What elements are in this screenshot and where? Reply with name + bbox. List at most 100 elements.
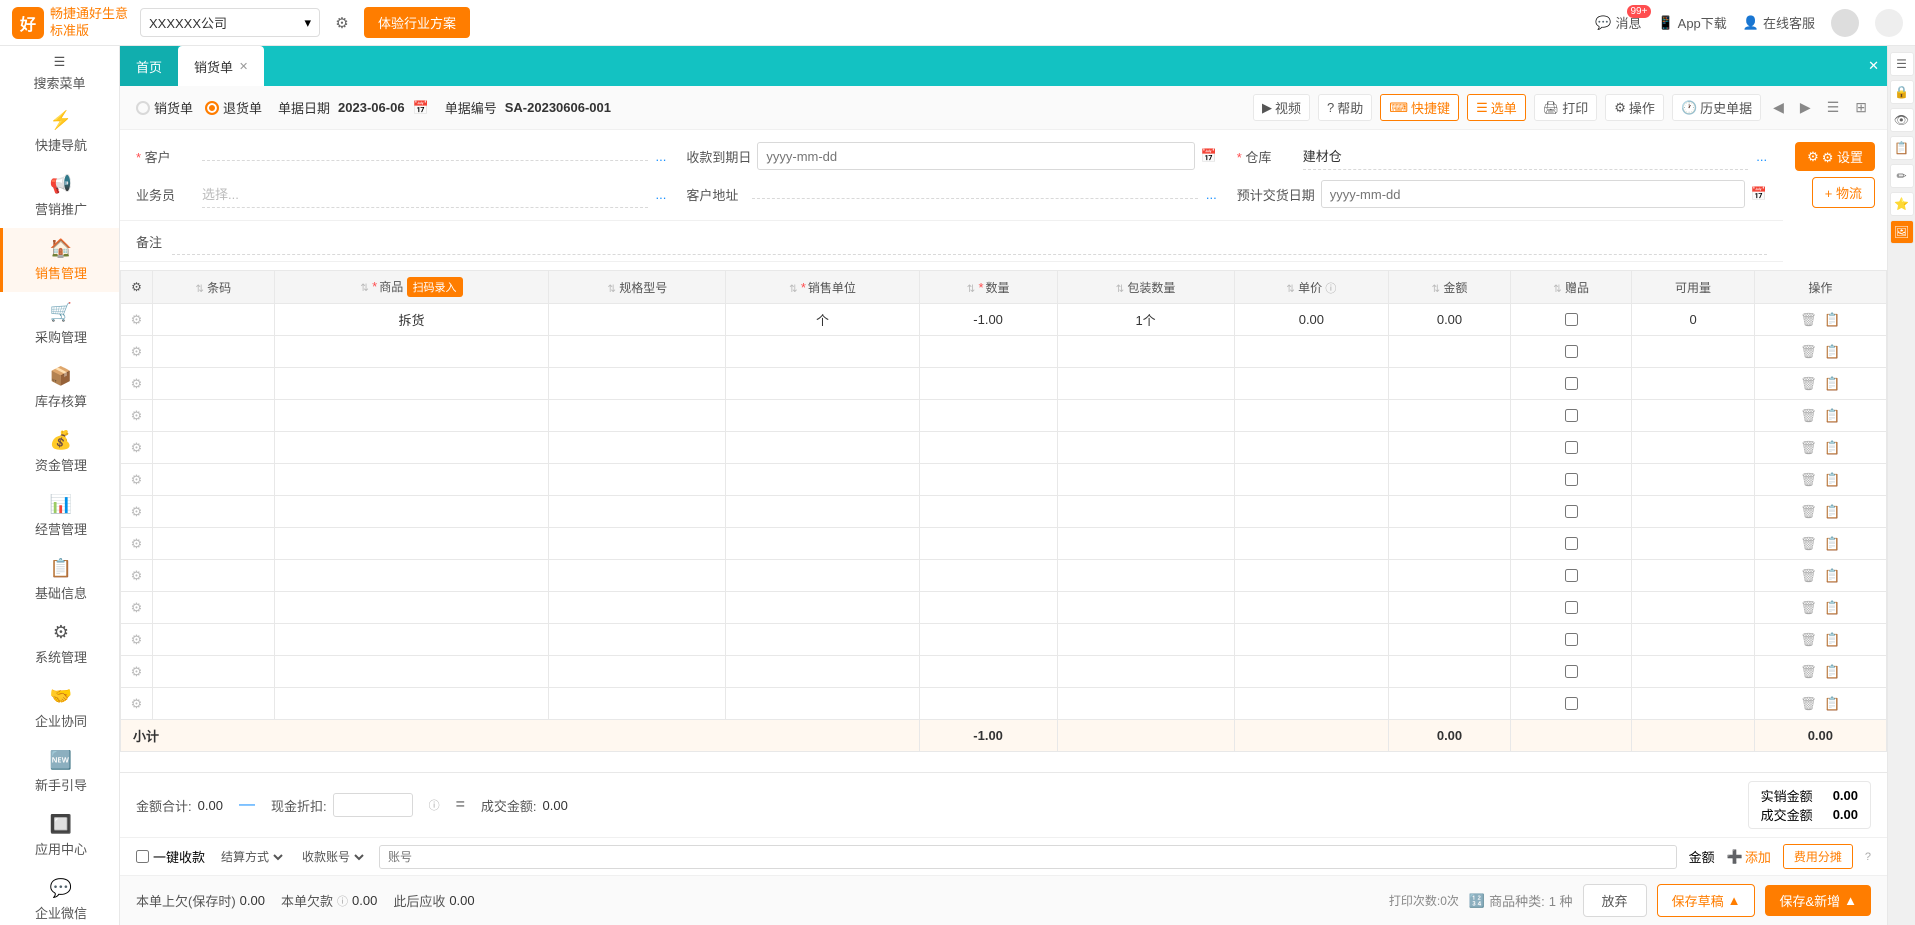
customer-input[interactable]: [202, 152, 648, 161]
action-help[interactable]: ? 帮助: [1318, 94, 1372, 121]
save-new-button[interactable]: 保存&新增 ▲: [1765, 885, 1871, 916]
row-gift[interactable]: [1510, 560, 1632, 592]
row-unit[interactable]: [726, 656, 919, 688]
sidebar-item-system[interactable]: ⚙ 系统管理: [0, 612, 119, 676]
customer-ellipsis[interactable]: ...: [656, 149, 667, 164]
sidebar-item-purchase[interactable]: 🛒 采购管理: [0, 292, 119, 356]
rfp-item-6[interactable]: 🖼: [1890, 220, 1914, 244]
row-gift[interactable]: [1510, 336, 1632, 368]
row-qty[interactable]: [919, 432, 1057, 464]
row-product[interactable]: [274, 688, 549, 720]
row-pack-qty[interactable]: [1057, 368, 1234, 400]
row-spec[interactable]: [549, 336, 726, 368]
calendar-icon[interactable]: 📅: [413, 100, 429, 116]
row-unit-price[interactable]: [1234, 528, 1389, 560]
row-unit-price[interactable]: [1234, 592, 1389, 624]
copy-icon[interactable]: 📋: [1824, 536, 1840, 551]
row-product[interactable]: [274, 656, 549, 688]
row-unit[interactable]: 个: [726, 304, 919, 336]
account-input[interactable]: [379, 845, 1677, 869]
row-barcode[interactable]: [153, 368, 275, 400]
expenses-help-icon[interactable]: ?: [1865, 851, 1871, 863]
gift-checkbox[interactable]: [1565, 697, 1578, 710]
row-unit[interactable]: [726, 528, 919, 560]
copy-icon[interactable]: 📋: [1824, 568, 1840, 583]
row-product[interactable]: [274, 432, 549, 464]
row-gift[interactable]: [1510, 656, 1632, 688]
avatar2[interactable]: [1875, 9, 1903, 37]
sidebar-item-finance[interactable]: 💰 资金管理: [0, 420, 119, 484]
row-product[interactable]: [274, 560, 549, 592]
gift-checkbox[interactable]: [1565, 441, 1578, 454]
row-unit-price[interactable]: [1234, 560, 1389, 592]
delete-icon[interactable]: 🗑: [1800, 696, 1817, 711]
row-spec[interactable]: [549, 304, 726, 336]
row-unit-price[interactable]: 0.00: [1234, 304, 1389, 336]
sidebar-item-inventory[interactable]: 📦 库存核算: [0, 356, 119, 420]
one-click-payment-checkbox[interactable]: 一键收款: [136, 847, 205, 866]
rfp-item-1[interactable]: 🔒: [1890, 80, 1914, 104]
row-pack-qty[interactable]: [1057, 464, 1234, 496]
row-barcode[interactable]: [153, 528, 275, 560]
row-qty[interactable]: [919, 560, 1057, 592]
row-amount[interactable]: [1389, 496, 1511, 528]
salesperson-input[interactable]: 选择...: [202, 180, 648, 208]
gift-checkbox[interactable]: [1565, 313, 1578, 326]
copy-icon[interactable]: 📋: [1824, 440, 1840, 455]
row-pack-qty[interactable]: [1057, 432, 1234, 464]
row-pack-qty[interactable]: [1057, 336, 1234, 368]
rfp-item-2[interactable]: 👁: [1890, 108, 1914, 132]
row-amount[interactable]: [1389, 528, 1511, 560]
row-amount[interactable]: [1389, 624, 1511, 656]
row-amount[interactable]: [1389, 464, 1511, 496]
copy-icon[interactable]: 📋: [1824, 504, 1840, 519]
row-qty[interactable]: [919, 656, 1057, 688]
delete-icon[interactable]: 🗑: [1800, 440, 1817, 455]
row-amount[interactable]: [1389, 400, 1511, 432]
row-spec[interactable]: [549, 368, 726, 400]
sidebar-item-search[interactable]: ☰ 搜索菜单: [0, 46, 119, 100]
sidebar-item-operations[interactable]: 📊 经营管理: [0, 484, 119, 548]
row-qty[interactable]: [919, 592, 1057, 624]
row-gift[interactable]: [1510, 624, 1632, 656]
payment-calendar-icon[interactable]: 📅: [1201, 148, 1217, 164]
row-unit[interactable]: [726, 432, 919, 464]
row-unit[interactable]: [726, 624, 919, 656]
trial-button[interactable]: 体验行业方案: [364, 7, 470, 38]
row-qty[interactable]: [919, 624, 1057, 656]
row-spec[interactable]: [549, 400, 726, 432]
delete-icon[interactable]: 🗑: [1800, 472, 1817, 487]
sidebar-item-apps[interactable]: 🔲 应用中心: [0, 804, 119, 868]
th-settings[interactable]: ⚙: [121, 271, 153, 304]
rfp-item-5[interactable]: ⭐: [1890, 192, 1914, 216]
row-unit[interactable]: [726, 464, 919, 496]
row-amount[interactable]: [1389, 432, 1511, 464]
row-amount[interactable]: [1389, 560, 1511, 592]
salesperson-ellipsis[interactable]: ...: [656, 187, 667, 202]
row-barcode[interactable]: [153, 688, 275, 720]
gift-checkbox[interactable]: [1565, 505, 1578, 518]
save-draft-button[interactable]: 保存草稿 ▲: [1657, 884, 1756, 917]
row-spec[interactable]: [549, 496, 726, 528]
row-unit[interactable]: [726, 592, 919, 624]
notes-input[interactable]: [172, 227, 1767, 255]
row-unit[interactable]: [726, 400, 919, 432]
scan-button[interactable]: 扫码录入: [407, 277, 463, 297]
row-unit[interactable]: [726, 688, 919, 720]
action-video[interactable]: ▶ 视频: [1253, 94, 1310, 121]
settings-icon[interactable]: ⚙: [328, 9, 356, 37]
gift-checkbox[interactable]: [1565, 409, 1578, 422]
gift-checkbox[interactable]: [1565, 473, 1578, 486]
row-amount[interactable]: [1389, 656, 1511, 688]
row-barcode[interactable]: [153, 624, 275, 656]
sidebar-item-collab[interactable]: 🤝 企业协同: [0, 676, 119, 740]
radio-sales-order[interactable]: 销货单: [136, 98, 193, 117]
gift-checkbox[interactable]: [1565, 377, 1578, 390]
discount-help-icon[interactable]: ⓘ: [429, 797, 440, 813]
logistics-button[interactable]: + 物流: [1812, 177, 1875, 208]
row-unit[interactable]: [726, 496, 919, 528]
row-product[interactable]: [274, 336, 549, 368]
expenses-split-btn[interactable]: 费用分摊: [1783, 844, 1853, 869]
row-pack-qty[interactable]: [1057, 688, 1234, 720]
action-shortcut[interactable]: ⌨ 快捷键: [1380, 94, 1459, 121]
